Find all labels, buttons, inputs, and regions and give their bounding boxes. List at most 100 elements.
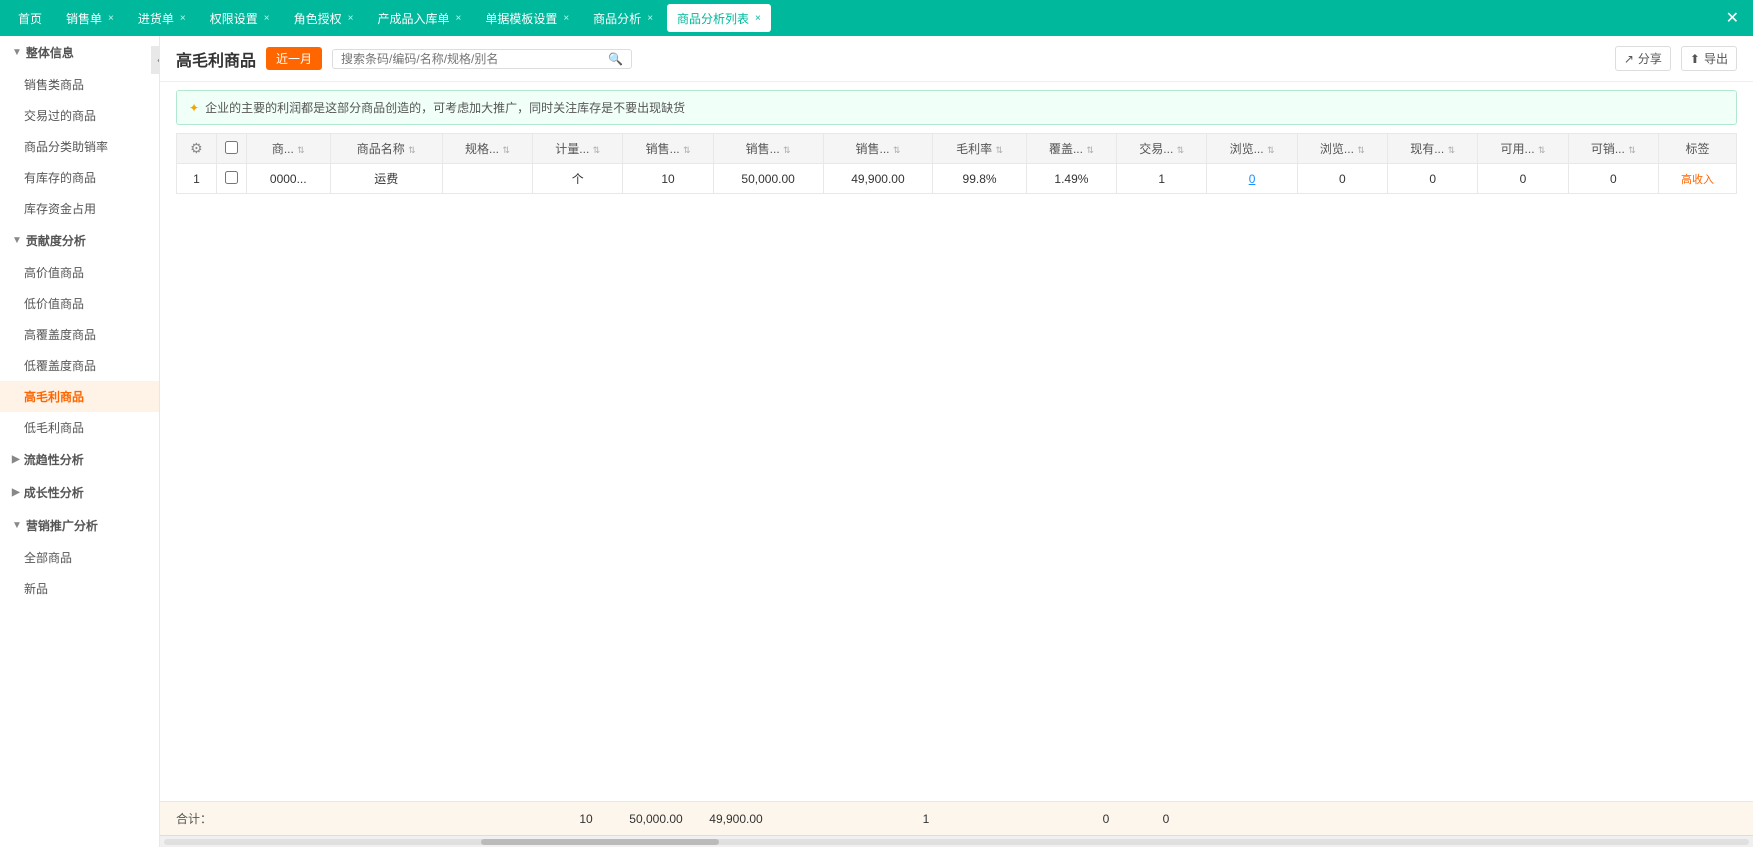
- col-browse2: 浏览... ⇅: [1297, 134, 1387, 164]
- sort-icon[interactable]: ⇅: [502, 145, 510, 155]
- search-input[interactable]: [341, 52, 604, 66]
- nav-analysis-list[interactable]: 商品分析列表 ×: [667, 4, 771, 32]
- scrollbar-track: [164, 839, 1749, 845]
- filter-button[interactable]: 近一月: [266, 47, 322, 70]
- nav-permission[interactable]: 权限设置 ×: [200, 4, 280, 32]
- nav-sales[interactable]: 销售单 ×: [56, 4, 124, 32]
- sidebar-item-all-goods[interactable]: 全部商品: [0, 542, 159, 573]
- footer-current: 0: [1076, 812, 1136, 826]
- footer-sales3: 49,900.00: [696, 812, 776, 826]
- search-icon[interactable]: 🔍: [608, 52, 623, 66]
- sidebar-item-inventory-capital[interactable]: 库存资金占用: [0, 193, 159, 224]
- export-button[interactable]: ⬆ 导出: [1681, 46, 1737, 71]
- sidebar-item-high-value[interactable]: 高价值商品: [0, 257, 159, 288]
- close-icon[interactable]: ×: [563, 13, 569, 24]
- row-tag: 高收入: [1658, 164, 1736, 194]
- col-sellable: 可销... ⇅: [1568, 134, 1658, 164]
- sort-icon[interactable]: ⇅: [783, 145, 791, 155]
- sort-icon[interactable]: ⇅: [995, 145, 1003, 155]
- sidebar-item-traded-goods[interactable]: 交易过的商品: [0, 100, 159, 131]
- row-browse1[interactable]: 0: [1207, 164, 1297, 194]
- window-close-icon[interactable]: ✕: [1720, 8, 1745, 28]
- sidebar-item-sales-goods[interactable]: 销售类商品: [0, 69, 159, 100]
- col-current: 现有... ⇅: [1388, 134, 1478, 164]
- col-checkbox[interactable]: [216, 134, 246, 164]
- sort-icon[interactable]: ⇅: [408, 145, 416, 155]
- data-table: ⚙ 商... ⇅ 商品名称 ⇅ 规格... ⇅ 计量... ⇅ 销售... ⇅ …: [176, 133, 1737, 194]
- settings-icon[interactable]: ⚙: [190, 140, 203, 156]
- sidebar-group-overview[interactable]: ▼ 整体信息: [0, 36, 159, 69]
- sidebar-item-category-rate[interactable]: 商品分类助销率: [0, 131, 159, 162]
- nav-product-inbound[interactable]: 产成品入库单 ×: [367, 4, 471, 32]
- row-spec: [442, 164, 532, 194]
- close-icon[interactable]: ×: [647, 13, 653, 24]
- sidebar-group-growth[interactable]: ▶ 成长性分析: [0, 476, 159, 509]
- chevron-down-icon: ▼: [12, 520, 22, 531]
- row-sales3: 49,900.00: [823, 164, 933, 194]
- sidebar-collapse-button[interactable]: «: [151, 46, 160, 74]
- sort-icon[interactable]: ⇅: [893, 145, 901, 155]
- row-checkbox[interactable]: [216, 164, 246, 194]
- row-sales2: 50,000.00: [713, 164, 823, 194]
- chevron-down-icon: ▼: [12, 47, 22, 58]
- content-header: 高毛利商品 近一月 🔍 ↗ 分享 ⬆ 导出: [160, 36, 1753, 82]
- sort-icon[interactable]: ⇅: [1086, 145, 1094, 155]
- close-icon[interactable]: ×: [755, 13, 761, 24]
- close-icon[interactable]: ×: [180, 13, 186, 24]
- sidebar-item-low-value[interactable]: 低价值商品: [0, 288, 159, 319]
- share-button[interactable]: ↗ 分享: [1615, 46, 1671, 71]
- close-icon[interactable]: ×: [455, 13, 461, 24]
- row-available: 0: [1478, 164, 1568, 194]
- horizontal-scrollbar[interactable]: [160, 835, 1753, 847]
- sort-icon[interactable]: ⇅: [1267, 145, 1275, 155]
- sidebar-group-contribution[interactable]: ▼ 贡献度分析: [0, 224, 159, 257]
- sidebar-item-inventory-goods[interactable]: 有库存的商品: [0, 162, 159, 193]
- top-navigation: 首页 销售单 × 进货单 × 权限设置 × 角色授权 × 产成品入库单 × 单据…: [0, 0, 1753, 36]
- sidebar-item-new-goods[interactable]: 新品: [0, 573, 159, 604]
- sort-icon[interactable]: ⇅: [1538, 145, 1546, 155]
- sidebar-item-high-coverage[interactable]: 高覆盖度商品: [0, 319, 159, 350]
- close-icon[interactable]: ×: [348, 13, 354, 24]
- col-unit: 计量... ⇅: [533, 134, 623, 164]
- nav-purchase[interactable]: 进货单 ×: [128, 4, 196, 32]
- col-code: 商... ⇅: [246, 134, 330, 164]
- row-coverage: 1.49%: [1026, 164, 1116, 194]
- sidebar-item-high-margin[interactable]: 高毛利商品: [0, 381, 159, 412]
- nav-template[interactable]: 单据模板设置 ×: [475, 4, 579, 32]
- sort-icon[interactable]: ⇅: [1628, 145, 1636, 155]
- footer-transactions: 1: [896, 812, 956, 826]
- share-icon: ↗: [1624, 52, 1634, 66]
- sort-icon[interactable]: ⇅: [683, 145, 691, 155]
- sidebar-item-low-coverage[interactable]: 低覆盖度商品: [0, 350, 159, 381]
- nav-home[interactable]: 首页: [8, 4, 52, 32]
- row-index: 1: [177, 164, 217, 194]
- row-transactions: 1: [1117, 164, 1207, 194]
- col-sales1: 销售... ⇅: [623, 134, 713, 164]
- col-browse1: 浏览... ⇅: [1207, 134, 1297, 164]
- col-spec: 规格... ⇅: [442, 134, 532, 164]
- sort-icon[interactable]: ⇅: [1448, 145, 1456, 155]
- scrollbar-thumb[interactable]: [481, 839, 719, 845]
- sidebar-group-marketing[interactable]: ▼ 营销推广分析: [0, 509, 159, 542]
- nav-role[interactable]: 角色授权 ×: [284, 4, 364, 32]
- col-tag: 标签: [1658, 134, 1736, 164]
- content-area: 高毛利商品 近一月 🔍 ↗ 分享 ⬆ 导出 ✦ 企业的主要的利润都是这部分商品创…: [160, 36, 1753, 847]
- col-transactions: 交易... ⇅: [1117, 134, 1207, 164]
- footer-sales2: 50,000.00: [616, 812, 696, 826]
- nav-analysis[interactable]: 商品分析 ×: [583, 4, 663, 32]
- sort-icon[interactable]: ⇅: [1357, 145, 1365, 155]
- col-settings[interactable]: ⚙: [177, 134, 217, 164]
- sort-icon[interactable]: ⇅: [297, 145, 305, 155]
- info-icon: ✦: [189, 101, 199, 115]
- sort-icon[interactable]: ⇅: [593, 145, 601, 155]
- chevron-down-icon: ▼: [12, 235, 22, 246]
- table-area: ⚙ 商... ⇅ 商品名称 ⇅ 规格... ⇅ 计量... ⇅ 销售... ⇅ …: [160, 133, 1753, 801]
- row-sales1: 10: [623, 164, 713, 194]
- close-icon[interactable]: ×: [264, 13, 270, 24]
- sidebar-item-low-margin[interactable]: 低毛利商品: [0, 412, 159, 443]
- select-all-checkbox[interactable]: [225, 141, 238, 154]
- sort-icon[interactable]: ⇅: [1177, 145, 1185, 155]
- row-name: 运费: [330, 164, 442, 194]
- sidebar-group-trend[interactable]: ▶ 流趋性分析: [0, 443, 159, 476]
- close-icon[interactable]: ×: [108, 13, 114, 24]
